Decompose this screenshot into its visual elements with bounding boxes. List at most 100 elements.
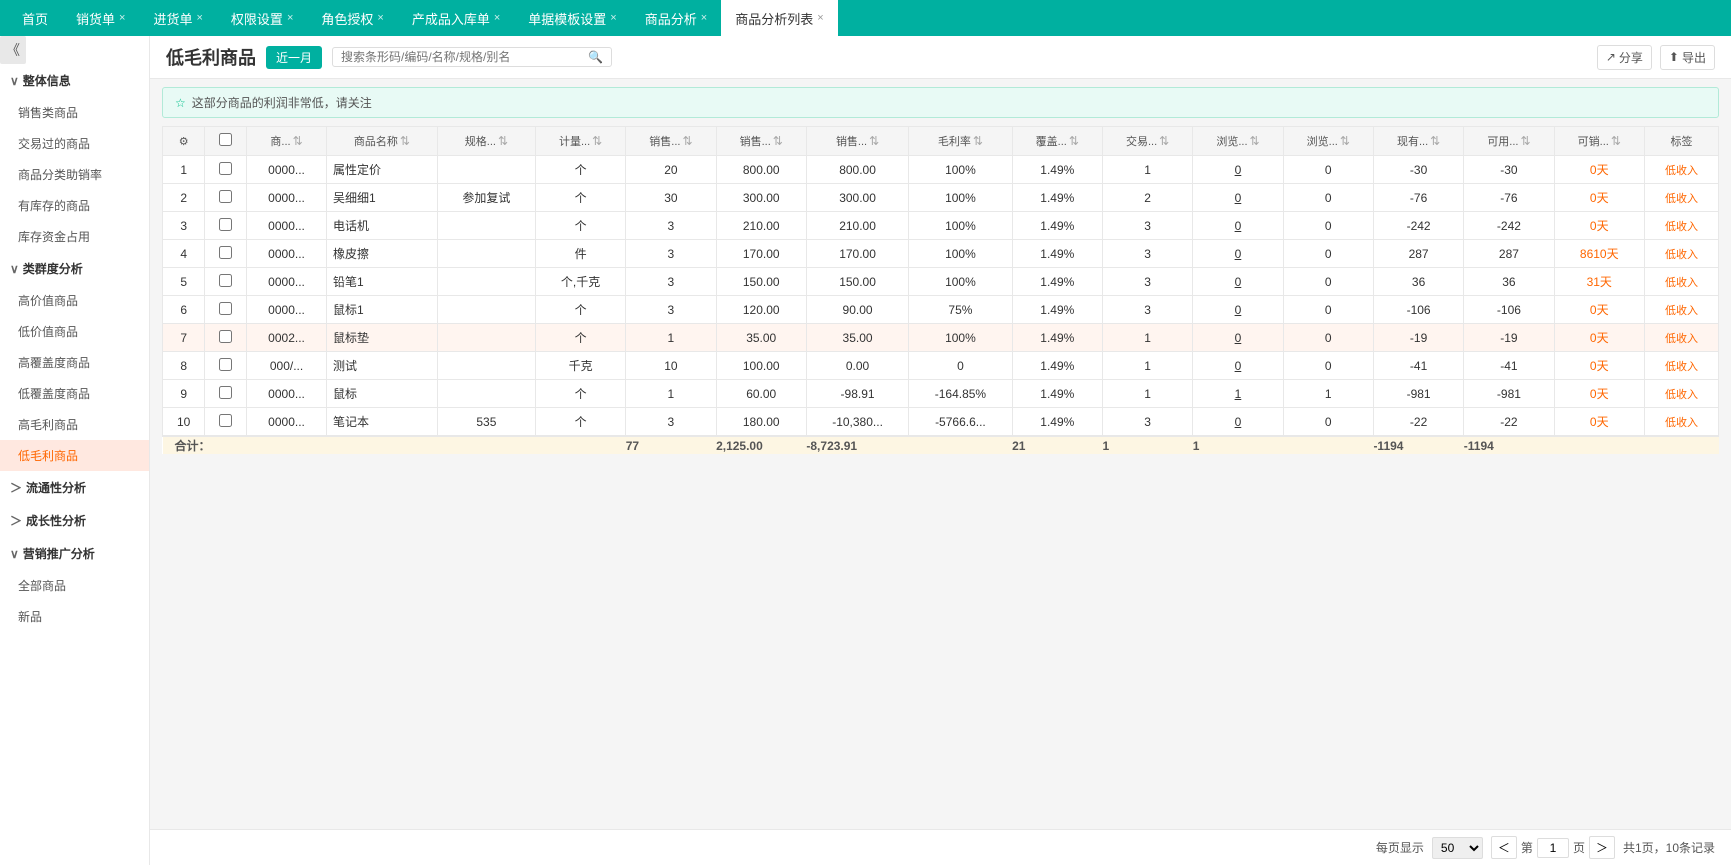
th-trade[interactable]: 交易...⇅: [1102, 127, 1192, 156]
row-name[interactable]: 电话机: [326, 212, 437, 240]
sidebar-item-traded[interactable]: 交易过的商品: [0, 128, 149, 159]
th-spec[interactable]: 规格...⇅: [437, 127, 535, 156]
row-checkbox[interactable]: [205, 240, 247, 268]
row-name[interactable]: 铅笔1: [326, 268, 437, 296]
row-select-checkbox[interactable]: [219, 246, 232, 259]
row-browse1[interactable]: 0: [1193, 352, 1283, 380]
sidebar-item-new-products[interactable]: 新品: [0, 601, 149, 632]
sidebar-collapse-button[interactable]: 《: [0, 36, 26, 64]
row-name[interactable]: 属性定价: [326, 156, 437, 184]
nav-product-analysis[interactable]: 商品分析 ×: [631, 0, 721, 36]
share-button[interactable]: ↗ 分享: [1597, 45, 1652, 70]
row-browse1[interactable]: 0: [1193, 324, 1283, 352]
sidebar-item-high-value[interactable]: 高价值商品: [0, 285, 149, 316]
th-sale-profit[interactable]: 销售...⇅: [806, 127, 908, 156]
nav-home[interactable]: 首页: [8, 0, 62, 36]
sidebar-item-high-profit[interactable]: 高毛利商品: [0, 409, 149, 440]
sidebar-section-growth-title[interactable]: ＞成长性分析: [0, 504, 149, 537]
row-select-checkbox[interactable]: [219, 162, 232, 175]
row-name[interactable]: 笔记本: [326, 408, 437, 437]
row-checkbox[interactable]: [205, 184, 247, 212]
th-saleable[interactable]: 可销...⇅: [1554, 127, 1644, 156]
th-sale-amt[interactable]: 销售...⇅: [716, 127, 806, 156]
row-name[interactable]: 鼠标: [326, 380, 437, 408]
row-checkbox[interactable]: [205, 324, 247, 352]
th-sale-qty[interactable]: 销售...⇅: [626, 127, 716, 156]
row-browse1[interactable]: 1: [1193, 380, 1283, 408]
sidebar-item-sales-category[interactable]: 销售类商品: [0, 97, 149, 128]
nav-product-entry[interactable]: 产成品入库单 ×: [398, 0, 514, 36]
sidebar-section-cluster-title[interactable]: ∨类群度分析: [0, 252, 149, 285]
sidebar-item-category-rate[interactable]: 商品分类助销率: [0, 159, 149, 190]
th-browse1[interactable]: 浏览...⇅: [1193, 127, 1283, 156]
row-select-checkbox[interactable]: [219, 358, 232, 371]
per-page-select[interactable]: 50 100: [1432, 837, 1483, 859]
row-select-checkbox[interactable]: [219, 386, 232, 399]
close-purchase-order-icon[interactable]: ×: [196, 12, 202, 24]
row-checkbox[interactable]: [205, 212, 247, 240]
row-name[interactable]: 橡皮擦: [326, 240, 437, 268]
nav-purchase-order[interactable]: 进货单 ×: [139, 0, 216, 36]
sidebar-item-all-products[interactable]: 全部商品: [0, 570, 149, 601]
row-name[interactable]: 鼠标垫: [326, 324, 437, 352]
close-analysis-list-icon[interactable]: ×: [817, 12, 823, 24]
row-browse1[interactable]: 0: [1193, 240, 1283, 268]
row-browse1[interactable]: 0: [1193, 212, 1283, 240]
row-checkbox[interactable]: [205, 380, 247, 408]
search-box[interactable]: 🔍: [332, 47, 612, 67]
browse1-link[interactable]: 0: [1235, 303, 1242, 317]
sidebar-item-in-stock[interactable]: 有库存的商品: [0, 190, 149, 221]
row-checkbox[interactable]: [205, 408, 247, 437]
th-checkbox[interactable]: [205, 127, 247, 156]
nav-template-settings[interactable]: 单据模板设置 ×: [514, 0, 630, 36]
sidebar-section-circulation-title[interactable]: ＞流通性分析: [0, 471, 149, 504]
nav-sales-order[interactable]: 销货单 ×: [62, 0, 139, 36]
row-name[interactable]: 鼠标1: [326, 296, 437, 324]
row-checkbox[interactable]: [205, 296, 247, 324]
browse1-link[interactable]: 0: [1235, 163, 1242, 177]
sidebar-item-capital[interactable]: 库存资金占用: [0, 221, 149, 252]
date-filter-button[interactable]: 近一月: [266, 46, 322, 69]
close-permission-icon[interactable]: ×: [287, 12, 293, 24]
row-browse1[interactable]: 0: [1193, 408, 1283, 437]
row-checkbox[interactable]: [205, 156, 247, 184]
close-role-icon[interactable]: ×: [377, 12, 383, 24]
close-sales-order-icon[interactable]: ×: [119, 12, 125, 24]
browse1-link[interactable]: 0: [1235, 191, 1242, 205]
th-current[interactable]: 现有...⇅: [1373, 127, 1463, 156]
browse1-link[interactable]: 0: [1235, 359, 1242, 373]
close-analysis-icon[interactable]: ×: [701, 12, 707, 24]
sidebar-item-low-value[interactable]: 低价值商品: [0, 316, 149, 347]
row-browse1[interactable]: 0: [1193, 268, 1283, 296]
browse1-link[interactable]: 0: [1235, 275, 1242, 289]
search-input[interactable]: [341, 50, 588, 64]
row-select-checkbox[interactable]: [219, 190, 232, 203]
th-profit-rate[interactable]: 毛利率⇅: [909, 127, 1012, 156]
row-name[interactable]: 吴细细1: [326, 184, 437, 212]
row-select-checkbox[interactable]: [219, 330, 232, 343]
browse1-link[interactable]: 0: [1235, 415, 1242, 429]
th-name[interactable]: 商品名称⇅: [326, 127, 437, 156]
sidebar-section-marketing-title[interactable]: ∨营销推广分析: [0, 537, 149, 570]
row-browse1[interactable]: 0: [1193, 184, 1283, 212]
th-coverage[interactable]: 覆盖...⇅: [1012, 127, 1102, 156]
browse1-link[interactable]: 0: [1235, 247, 1242, 261]
nav-permission-settings[interactable]: 权限设置 ×: [217, 0, 307, 36]
row-checkbox[interactable]: [205, 352, 247, 380]
close-product-entry-icon[interactable]: ×: [494, 12, 500, 24]
select-all-checkbox[interactable]: [219, 133, 232, 146]
export-button[interactable]: ⬆ 导出: [1660, 45, 1715, 70]
row-browse1[interactable]: 0: [1193, 156, 1283, 184]
browse1-link[interactable]: 0: [1235, 331, 1242, 345]
th-unit[interactable]: 计量...⇅: [535, 127, 625, 156]
row-select-checkbox[interactable]: [219, 218, 232, 231]
sidebar-section-overall-title[interactable]: ∨整体信息: [0, 64, 149, 97]
sidebar-item-low-coverage[interactable]: 低覆盖度商品: [0, 378, 149, 409]
th-tag[interactable]: 标签: [1644, 127, 1718, 156]
th-available[interactable]: 可用...⇅: [1464, 127, 1554, 156]
th-browse2[interactable]: 浏览...⇅: [1283, 127, 1373, 156]
nav-role-auth[interactable]: 角色授权 ×: [307, 0, 397, 36]
row-name[interactable]: 测试: [326, 352, 437, 380]
browse1-link[interactable]: 0: [1235, 219, 1242, 233]
nav-product-analysis-list[interactable]: 商品分析列表 ×: [721, 0, 837, 36]
